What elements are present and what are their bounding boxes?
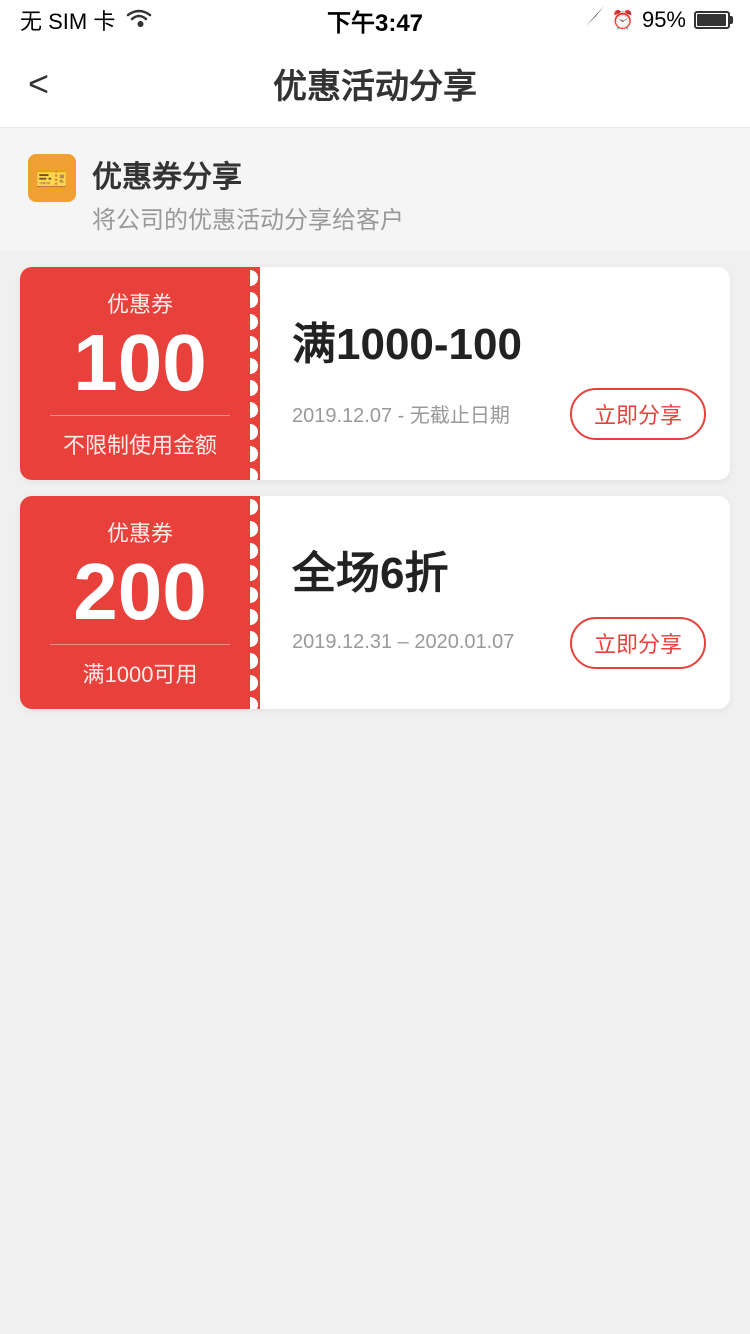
wifi-icon xyxy=(125,6,153,34)
coupon-divider-1 xyxy=(50,644,230,645)
coupon-card: 优惠券 100 不限制使用金额 满1000-100 2019.12.07 - 无… xyxy=(20,267,730,480)
section-header: 🎫 优惠券分享 将公司的优惠活动分享给客户 xyxy=(0,128,750,251)
battery-icon xyxy=(694,11,730,29)
alarm-icon: ⏰ xyxy=(612,10,634,31)
status-time: 下午3:47 xyxy=(327,3,423,38)
coupon-left-0: 优惠券 100 不限制使用金额 xyxy=(20,267,260,480)
coupon-date-1: 2019.12.31 – 2020.01.07 xyxy=(292,631,554,654)
coupon-divider-0 xyxy=(50,415,230,416)
section-text: 优惠券分享 将公司的优惠活动分享给客户 xyxy=(92,152,404,235)
coupon-condition-1: 满1000可用 xyxy=(83,657,198,689)
location-icon xyxy=(586,6,604,34)
coupon-condition-0: 不限制使用金额 xyxy=(63,428,217,460)
carrier-label: 无 SIM 卡 xyxy=(20,4,115,36)
battery-percent: 95% xyxy=(642,7,686,33)
section-icon: 🎫 xyxy=(28,154,76,202)
back-button[interactable]: < xyxy=(28,63,49,105)
coupon-name-1: 全场6折 xyxy=(292,537,706,601)
coupon-right-1: 全场6折 2019.12.31 – 2020.01.07 立即分享 xyxy=(260,496,730,709)
coupon-label-0: 优惠券 xyxy=(107,287,173,319)
coupon-name-0: 满1000-100 xyxy=(292,308,706,372)
coupon-amount-1: 200 xyxy=(73,552,206,632)
coupon-meta-0: 2019.12.07 - 无截止日期 立即分享 xyxy=(292,388,706,440)
status-left: 无 SIM 卡 xyxy=(20,4,153,36)
status-bar: 无 SIM 卡 下午3:47 ⏰ 95% xyxy=(0,0,750,40)
page-title: 优惠活动分享 xyxy=(273,59,477,108)
coupon-label-1: 优惠券 xyxy=(107,516,173,548)
coupon-card: 优惠券 200 满1000可用 全场6折 2019.12.31 – 2020.0… xyxy=(20,496,730,709)
section-subtitle: 将公司的优惠活动分享给客户 xyxy=(92,200,404,235)
share-button-1[interactable]: 立即分享 xyxy=(570,617,706,669)
nav-bar: < 优惠活动分享 xyxy=(0,40,750,128)
status-right: ⏰ 95% xyxy=(586,6,730,34)
coupon-amount-0: 100 xyxy=(73,323,206,403)
coupon-right-0: 满1000-100 2019.12.07 - 无截止日期 立即分享 xyxy=(260,267,730,480)
section-title: 优惠券分享 xyxy=(92,152,404,196)
coupon-meta-1: 2019.12.31 – 2020.01.07 立即分享 xyxy=(292,617,706,669)
coupon-left-1: 优惠券 200 满1000可用 xyxy=(20,496,260,709)
share-button-0[interactable]: 立即分享 xyxy=(570,388,706,440)
coupon-date-0: 2019.12.07 - 无截止日期 xyxy=(292,399,554,428)
empty-area xyxy=(0,725,750,1285)
coupon-list: 优惠券 100 不限制使用金额 满1000-100 2019.12.07 - 无… xyxy=(0,251,750,725)
